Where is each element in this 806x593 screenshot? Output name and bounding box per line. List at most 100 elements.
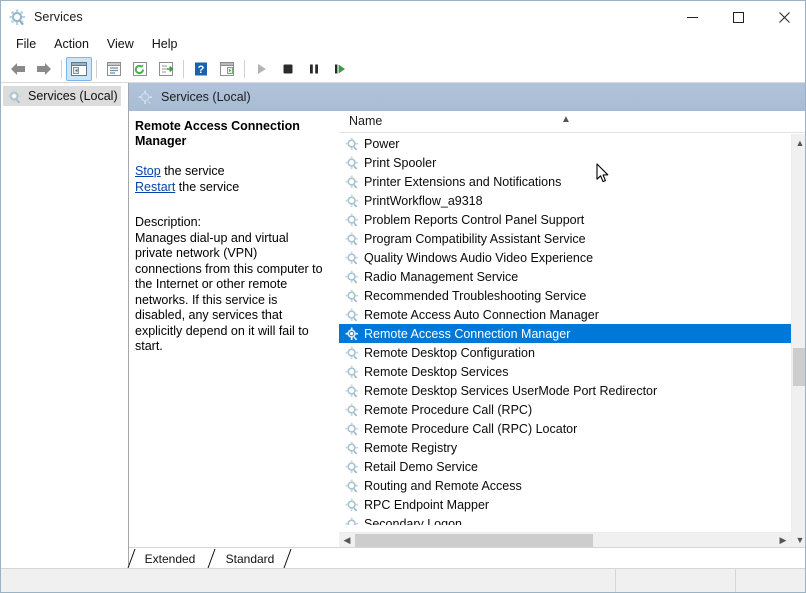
services-gear-icon xyxy=(138,90,153,105)
service-name-label: Recommended Troubleshooting Service xyxy=(364,288,587,303)
menu-bar: File Action View Help xyxy=(1,33,805,55)
column-header-name[interactable]: Name xyxy=(349,114,382,128)
service-list-row[interactable]: Retail Demo Service xyxy=(339,457,791,476)
refresh-icon[interactable] xyxy=(127,57,153,81)
services-gear-icon xyxy=(7,89,22,104)
content-area: Services (Local) Services (Local) Remote… xyxy=(1,83,805,565)
toolbar-separator xyxy=(96,59,97,78)
service-name-label: Program Compatibility Assistant Service xyxy=(364,231,586,246)
service-list-row[interactable]: Print Spooler xyxy=(339,153,791,172)
status-bar-cell-2 xyxy=(735,569,805,592)
service-list-row[interactable]: Remote Access Connection Manager xyxy=(339,324,791,343)
service-name-label: RPC Endpoint Mapper xyxy=(364,497,490,512)
list-column-header: Name ▲ xyxy=(339,111,805,133)
service-name-label: Quality Windows Audio Video Experience xyxy=(364,250,594,265)
back-icon[interactable] xyxy=(5,57,31,81)
toolbar-separator xyxy=(183,59,184,78)
forward-icon[interactable] xyxy=(31,57,57,81)
scroll-left-icon[interactable]: ◀ xyxy=(339,533,355,548)
service-name-label: Remote Desktop Configuration xyxy=(364,345,535,360)
close-icon[interactable] xyxy=(761,1,805,33)
maximize-icon[interactable] xyxy=(715,1,761,33)
show-hide-console-tree-icon[interactable] xyxy=(66,56,92,81)
pause-service-icon[interactable] xyxy=(301,57,327,81)
start-service-icon[interactable] xyxy=(249,57,275,81)
services-gear-icon xyxy=(345,174,359,189)
stop-service-link[interactable]: Stop xyxy=(135,164,161,178)
vertical-scrollbar-thumb[interactable] xyxy=(793,348,805,386)
status-bar-message xyxy=(1,569,615,592)
show-hide-action-pane-icon[interactable] xyxy=(214,57,240,81)
services-gear-icon xyxy=(345,364,359,379)
service-name-label: Remote Procedure Call (RPC) xyxy=(364,402,533,417)
service-list-row[interactable]: Remote Desktop Configuration xyxy=(339,343,791,362)
window-controls xyxy=(669,1,805,33)
mmc-header-label: Services (Local) xyxy=(161,90,251,104)
services-gear-icon xyxy=(345,383,359,398)
scroll-down-icon[interactable]: ▼ xyxy=(792,531,805,548)
tab-standard[interactable]: Standard xyxy=(207,549,292,568)
service-list-row[interactable]: Printer Extensions and Notifications xyxy=(339,172,791,191)
console-tree-pane: Services (Local) xyxy=(1,83,129,565)
menu-item-action[interactable]: Action xyxy=(45,34,98,54)
stop-service-icon[interactable] xyxy=(275,57,301,81)
service-list-row[interactable]: RPC Endpoint Mapper xyxy=(339,495,791,514)
services-gear-icon xyxy=(345,155,359,170)
view-tab-strip: Extended Standard xyxy=(127,547,805,568)
service-list-row[interactable]: Remote Procedure Call (RPC) Locator xyxy=(339,419,791,438)
tree-item-services-local[interactable]: Services (Local) xyxy=(3,86,121,106)
service-list-row[interactable]: Remote Registry xyxy=(339,438,791,457)
services-window: Services File Action View Help ? Service… xyxy=(0,0,806,593)
horizontal-scrollbar-thumb[interactable] xyxy=(355,534,593,547)
export-list-icon[interactable] xyxy=(153,57,179,81)
scroll-right-icon[interactable]: ▶ xyxy=(775,533,791,548)
service-name-label: Print Spooler xyxy=(364,155,437,170)
service-name-label: Radio Management Service xyxy=(364,269,519,284)
scroll-up-icon[interactable]: ▲ xyxy=(792,134,805,151)
service-list-row[interactable]: Radio Management Service xyxy=(339,267,791,286)
service-action-links: Stop the service Restart the service xyxy=(135,163,327,195)
toolbar-separator xyxy=(61,59,62,78)
vertical-scrollbar[interactable]: ▲ ▼ xyxy=(791,134,805,548)
services-gear-icon xyxy=(9,8,26,26)
restart-service-link[interactable]: Restart xyxy=(135,180,175,194)
service-list-row[interactable]: Remote Procedure Call (RPC) xyxy=(339,400,791,419)
description-text: Manages dial-up and virtual private netw… xyxy=(135,230,323,354)
menu-item-view[interactable]: View xyxy=(98,34,143,54)
toolbar-separator xyxy=(244,59,245,78)
service-name-label: Remote Desktop Services xyxy=(364,364,509,379)
minimize-icon[interactable] xyxy=(669,1,715,33)
help-icon[interactable]: ? xyxy=(188,57,214,81)
service-list-row[interactable]: Remote Desktop Services UserMode Port Re… xyxy=(339,381,791,400)
service-list-row[interactable]: Problem Reports Control Panel Support xyxy=(339,210,791,229)
services-gear-icon xyxy=(345,250,359,265)
menu-item-help[interactable]: Help xyxy=(143,34,187,54)
status-bar xyxy=(1,568,805,592)
service-list-row[interactable]: Program Compatibility Assistant Service xyxy=(339,229,791,248)
services-gear-icon xyxy=(345,212,359,227)
service-list-row[interactable]: Routing and Remote Access xyxy=(339,476,791,495)
service-list-row[interactable]: Quality Windows Audio Video Experience xyxy=(339,248,791,267)
stop-link-suffix: the service xyxy=(160,164,225,178)
mmc-result-pane: Services (Local) Remote Access Connectio… xyxy=(129,83,805,565)
service-list-row[interactable]: Secondary Logon xyxy=(339,514,791,525)
services-gear-icon xyxy=(345,345,359,360)
service-list-row[interactable]: Recommended Troubleshooting Service xyxy=(339,286,791,305)
service-list-row[interactable]: Power xyxy=(339,134,791,153)
properties-icon[interactable] xyxy=(101,57,127,81)
service-list-row[interactable]: Remote Access Auto Connection Manager xyxy=(339,305,791,324)
service-name-label: Remote Desktop Services UserMode Port Re… xyxy=(364,383,658,398)
services-gear-icon xyxy=(345,307,359,322)
service-name-label: Routing and Remote Access xyxy=(364,478,522,493)
restart-service-icon[interactable] xyxy=(327,57,353,81)
service-name-label: Power xyxy=(364,136,400,151)
services-gear-icon xyxy=(345,402,359,417)
menu-item-file[interactable]: File xyxy=(7,34,45,54)
horizontal-scrollbar[interactable]: ◀ ▶ xyxy=(339,532,791,548)
services-gear-icon xyxy=(345,231,359,246)
service-list-row[interactable]: PrintWorkflow_a9318 xyxy=(339,191,791,210)
tab-extended[interactable]: Extended xyxy=(127,549,207,568)
service-name-label: Retail Demo Service xyxy=(364,459,478,474)
service-list-row[interactable]: Remote Desktop Services xyxy=(339,362,791,381)
services-gear-icon xyxy=(345,136,359,151)
